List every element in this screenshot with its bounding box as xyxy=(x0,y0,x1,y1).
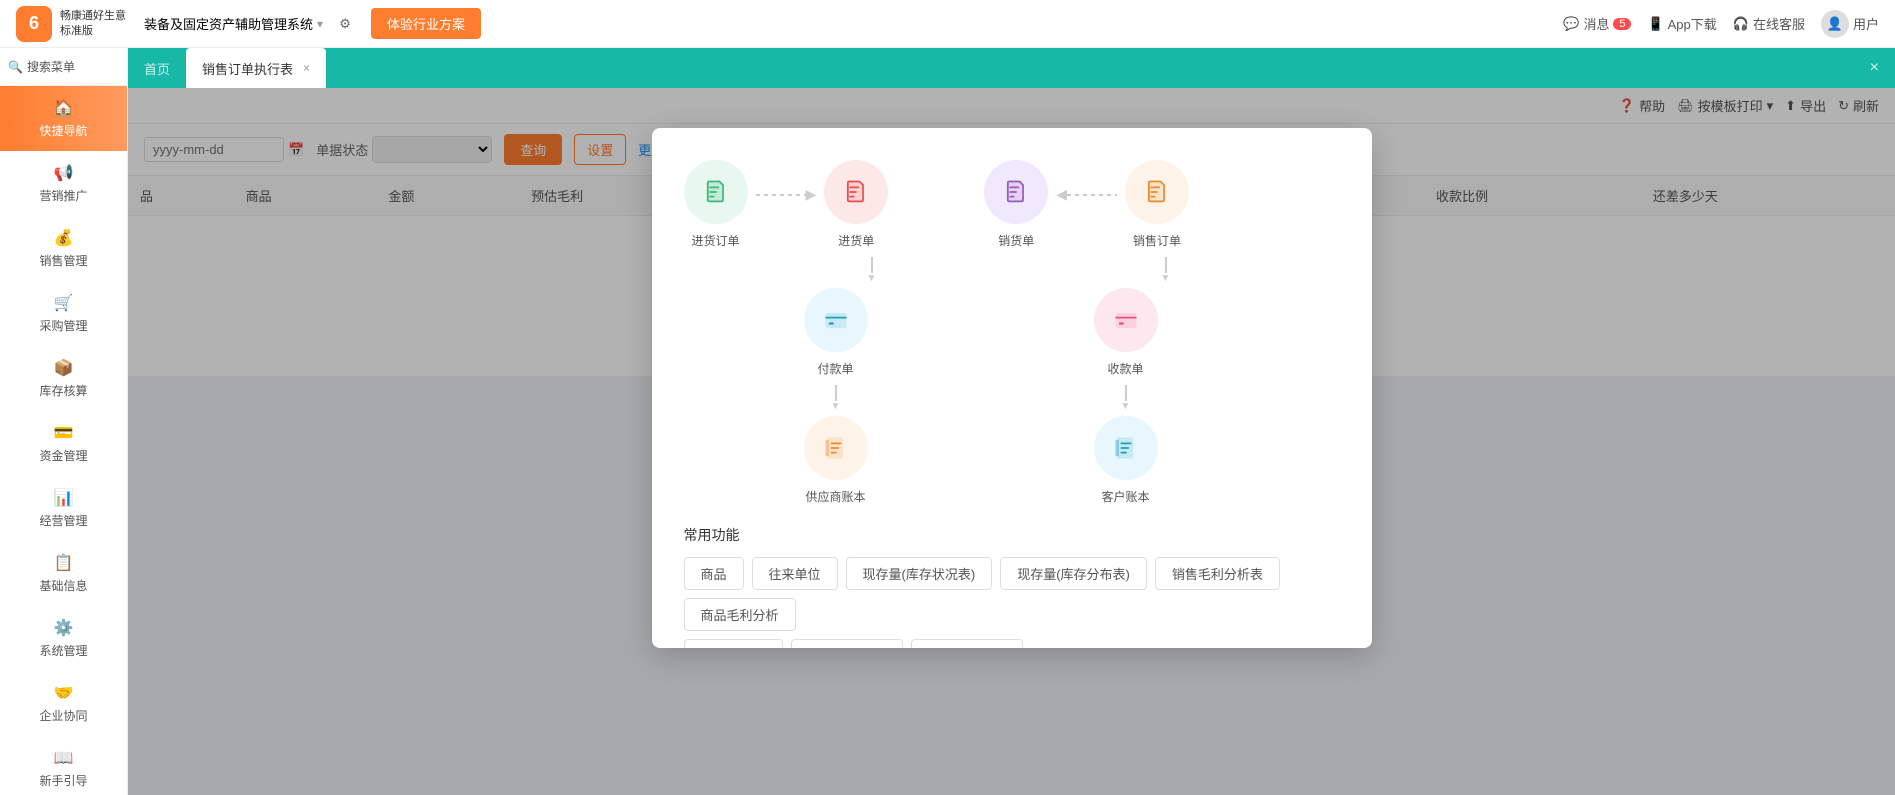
flow-modal: 进货订单 ▶ xyxy=(652,128,1372,648)
sales-bill-icon xyxy=(984,160,1048,224)
message-icon: 💬 xyxy=(1563,16,1579,32)
payment-label: 付款单 xyxy=(817,360,853,377)
app-download-button[interactable]: 📱 App下载 xyxy=(1647,14,1716,33)
receipt-icon xyxy=(1094,288,1158,352)
sidebar-item-inventory[interactable]: 📦 库存核算 xyxy=(0,346,127,411)
inventory-icon: 📦 xyxy=(54,358,74,378)
purchase-bill-icon xyxy=(824,160,888,224)
func-btn-receipt-stats[interactable]: 收款情况统计 xyxy=(791,639,903,648)
top-right-actions: 💬 消息 5 📱 App下载 🎧 在线客服 👤 用户 xyxy=(1563,10,1879,38)
modal-overlay[interactable]: 进货订单 ▶ xyxy=(128,88,1895,795)
sidebar-item-marketing[interactable]: 📢 营销推广 xyxy=(0,151,127,216)
customer-ledger-icon xyxy=(1094,416,1158,480)
tab-home[interactable]: 首页 xyxy=(128,48,186,88)
search-icon: 🔍 xyxy=(8,60,23,74)
experience-button[interactable]: 体验行业方案 xyxy=(371,8,481,39)
sales-icon: 💰 xyxy=(54,228,74,248)
flow-node-payment[interactable]: 付款单 xyxy=(804,288,868,377)
flow-node-purchase-bill[interactable]: 进货单 xyxy=(824,160,888,249)
finance-icon: 💳 xyxy=(54,423,74,443)
sidebar-item-operations[interactable]: 📊 经营管理 xyxy=(0,476,127,541)
flow-node-purchase-order[interactable]: 进货订单 xyxy=(684,160,748,249)
sidebar-item-enterprise[interactable]: 🤝 企业协同 xyxy=(0,671,127,736)
flow-node-sales-order[interactable]: 销售订单 xyxy=(1125,160,1189,249)
page-content: ❓ 帮助 🖨 按模板打印 ▾ ⬆ 导出 ↻ xyxy=(128,88,1895,795)
marketing-icon: 📢 xyxy=(54,163,74,183)
sidebar-item-system[interactable]: ⚙️ 系统管理 xyxy=(0,606,127,671)
sales-order-label: 销售订单 xyxy=(1133,232,1181,249)
tab-sales-order[interactable]: 销售订单执行表 × xyxy=(186,48,326,88)
download-icon: 📱 xyxy=(1647,16,1663,32)
sidebar-item-basics[interactable]: 📋 基础信息 xyxy=(0,541,127,606)
top-bar: 6 畅康通好生意 标准版 装备及固定资产辅助管理系统 ▾ ⚙ 体验行业方案 💬 … xyxy=(0,0,1895,48)
sidebar: 🔍 搜索菜单 🏠 快捷导航 📢 营销推广 💰 销售管理 🛒 采购管理 📦 xyxy=(0,48,128,795)
sidebar-item-purchase[interactable]: 🛒 采购管理 xyxy=(0,281,127,346)
func-btn-stock-status[interactable]: 现存量(库存状况表) xyxy=(846,557,993,590)
chevron-down-icon: ▾ xyxy=(317,17,323,31)
func-buttons-row2: 销售排行榜 收款情况统计 付款情况统计 xyxy=(684,639,1340,648)
common-functions-title: 常用功能 xyxy=(684,525,1340,545)
tab-close-icon[interactable]: × xyxy=(303,61,310,75)
window-close-button[interactable]: × xyxy=(1870,59,1879,77)
system-title: 装备及固定资产辅助管理系统 xyxy=(144,14,313,33)
func-btn-product-margin[interactable]: 商品毛利分析 xyxy=(684,598,796,631)
system-icon: ⚙️ xyxy=(54,618,74,638)
message-button[interactable]: 💬 消息 5 xyxy=(1563,14,1631,33)
logo-text: 畅康通好生意 标准版 xyxy=(60,9,126,38)
func-btn-sales-rank[interactable]: 销售排行榜 xyxy=(684,639,783,648)
operations-icon: 📊 xyxy=(54,488,74,508)
content-area: 首页 销售订单执行表 × × ❓ 帮助 xyxy=(128,48,1895,795)
payment-icon xyxy=(804,288,868,352)
supplier-ledger-label: 供应商账本 xyxy=(805,488,865,505)
purchase-order-icon xyxy=(684,160,748,224)
receipt-label: 收款单 xyxy=(1107,360,1143,377)
supplier-ledger-icon xyxy=(804,416,868,480)
basics-icon: 📋 xyxy=(54,553,74,573)
app-logo-icon: 6 xyxy=(16,6,52,42)
sales-order-icon xyxy=(1125,160,1189,224)
sales-bill-label: 销货单 xyxy=(998,232,1034,249)
avatar: 👤 xyxy=(1821,10,1849,38)
online-service-button[interactable]: 🎧 在线客服 xyxy=(1733,14,1805,33)
newbie-icon: 📖 xyxy=(54,748,74,768)
message-badge: 5 xyxy=(1613,18,1631,30)
search-menu-button[interactable]: 🔍 搜索菜单 xyxy=(0,48,127,86)
user-menu[interactable]: 👤 用户 xyxy=(1821,10,1879,38)
service-icon: 🎧 xyxy=(1733,16,1749,32)
system-title-dropdown[interactable]: 装备及固定资产辅助管理系统 ▾ xyxy=(144,14,323,33)
purchase-order-label: 进货订单 xyxy=(691,232,739,249)
customer-ledger-label: 客户账本 xyxy=(1101,488,1149,505)
sidebar-item-sales[interactable]: 💰 销售管理 xyxy=(0,216,127,281)
home-icon: 🏠 xyxy=(54,98,74,118)
flow-node-sales-bill[interactable]: 销货单 xyxy=(984,160,1048,249)
func-btn-partner[interactable]: 往来单位 xyxy=(752,557,838,590)
tab-bar: 首页 销售订单执行表 × × xyxy=(128,48,1895,88)
purchase-icon: 🛒 xyxy=(54,293,74,313)
sidebar-item-quick-nav[interactable]: 🏠 快捷导航 xyxy=(0,86,127,151)
flow-node-customer-ledger[interactable]: 客户账本 xyxy=(1094,416,1158,505)
sidebar-item-finance[interactable]: 💳 资金管理 xyxy=(0,411,127,476)
logo-area: 6 畅康通好生意 标准版 xyxy=(16,6,144,42)
func-btn-sales-margin[interactable]: 销售毛利分析表 xyxy=(1155,557,1280,590)
func-btn-stock-dist[interactable]: 现存量(库存分布表) xyxy=(1000,557,1147,590)
app-container: 6 畅康通好生意 标准版 装备及固定资产辅助管理系统 ▾ ⚙ 体验行业方案 💬 … xyxy=(0,0,1895,795)
func-btn-payment-stats[interactable]: 付款情况统计 xyxy=(911,639,1023,648)
main-area: 🔍 搜索菜单 🏠 快捷导航 📢 营销推广 💰 销售管理 🛒 采购管理 📦 xyxy=(0,48,1895,795)
enterprise-icon: 🤝 xyxy=(54,683,74,703)
flow-node-supplier-ledger[interactable]: 供应商账本 xyxy=(804,416,868,505)
purchase-bill-label: 进货单 xyxy=(838,232,874,249)
flow-node-receipt[interactable]: 收款单 xyxy=(1094,288,1158,377)
func-buttons-row1: 商品 往来单位 现存量(库存状况表) 现存量(库存分布表) 销售毛利分析表 商品… xyxy=(684,557,1340,631)
func-btn-product[interactable]: 商品 xyxy=(684,557,744,590)
settings-icon[interactable]: ⚙ xyxy=(331,10,359,38)
sidebar-item-newbie[interactable]: 📖 新手引导 xyxy=(0,736,127,795)
common-functions-section: 常用功能 商品 往来单位 现存量(库存状况表) 现存量(库存分布表) 销售毛利分… xyxy=(684,525,1340,648)
